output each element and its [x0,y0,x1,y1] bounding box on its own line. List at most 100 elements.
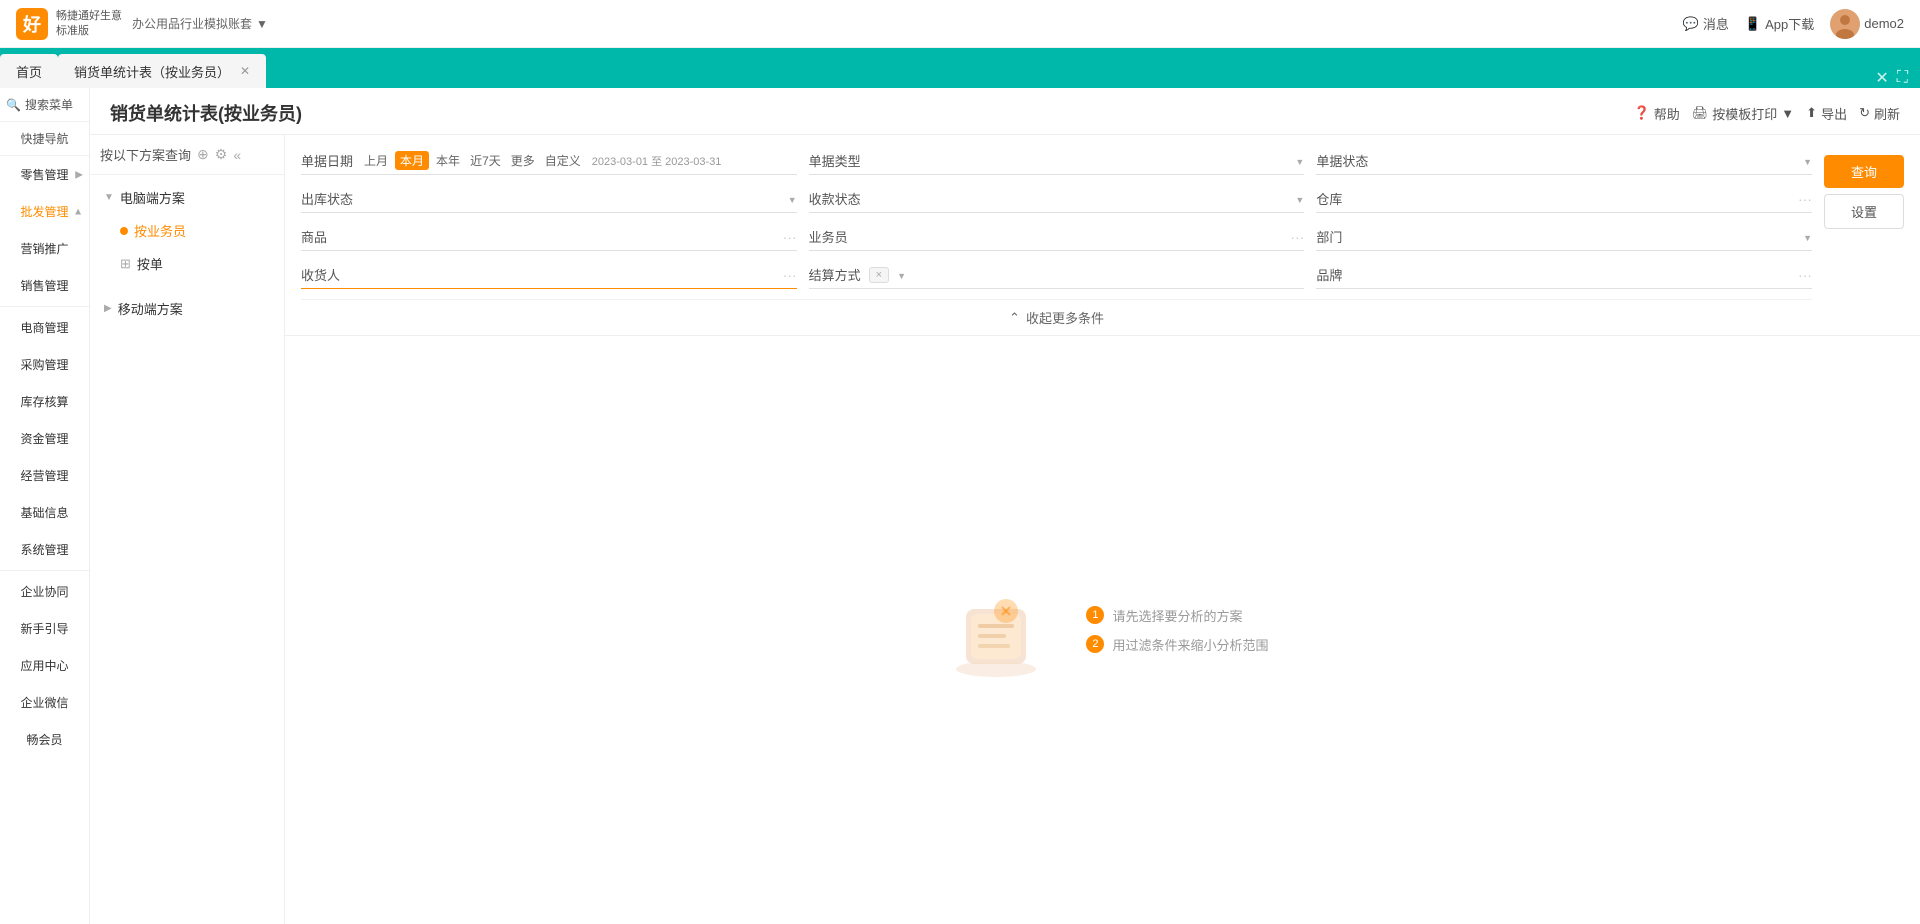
sidebar-item-inventory[interactable]: 库存核算 [0,383,89,420]
department-dropdown-icon[interactable] [1803,230,1812,244]
doc-type-dropdown-icon[interactable] [1295,154,1304,168]
receiver-input[interactable] [348,267,775,282]
query-button[interactable]: 查询 [1824,155,1904,188]
chevron-up-icon: ▲ [73,206,83,217]
doc-status-input[interactable] [1376,153,1795,168]
main-layout: 🔍 搜索菜单 快捷导航 零售管理 ▶ 批发管理 ▲ 营销推广 销售管理 电商管理… [0,88,1920,924]
out-status-label: 出库状态 [301,189,353,208]
goods-input[interactable] [335,229,775,244]
date-shortcut-7days[interactable]: 近7天 [467,151,504,170]
sidebar-item-operations[interactable]: 经营管理 [0,457,89,494]
app-selector[interactable]: 办公用品行业模拟账套 ▼ [132,15,268,32]
department-input[interactable] [1350,229,1795,244]
header-left: 好 畅捷通好生意 标准版 办公用品行业模拟账套 ▼ [16,8,268,40]
sidebar-item-system[interactable]: 系统管理 [0,531,89,568]
out-status-input[interactable] [361,191,780,206]
chevron-down-icon: ▼ [104,192,114,203]
goods-dots[interactable]: ··· [783,229,797,245]
sidebar-item-sales[interactable]: 销售管理 [0,267,89,304]
sidebar-label-ecommerce: 电商管理 [20,319,68,336]
sidebar-item-retail[interactable]: 零售管理 ▶ [0,156,89,193]
settings-scheme-button[interactable]: ⚙ [215,146,228,163]
tab-close-icon[interactable]: ✕ [240,64,250,78]
date-shortcut-this-month[interactable]: 本月 [395,151,429,170]
date-label: 单据日期 [301,151,353,170]
sidebar-label-wechat: 企业微信 [20,694,68,711]
sidebar-item-marketing[interactable]: 营销推广 [0,230,89,267]
top-header: 好 畅捷通好生意 标准版 办公用品行业模拟账套 ▼ 💬 消息 📱 App下载 d… [0,0,1920,48]
date-shortcut-last-month[interactable]: 上月 [361,151,391,170]
chevron-up-icon: ⌃ [1009,310,1020,326]
salesperson-input[interactable] [856,229,1283,244]
sidebar-item-member[interactable]: 畅会员 [0,721,89,758]
sidebar-label-sales: 销售管理 [20,277,68,294]
sidebar-item-wholesale[interactable]: 批发管理 ▲ [0,193,89,230]
sidebar-search[interactable]: 🔍 搜索菜单 [0,88,89,122]
date-shortcut-more[interactable]: 更多 [508,151,538,170]
tab-maximize-icon[interactable]: ⛶ [1897,69,1908,87]
warehouse-dots[interactable]: ··· [1798,191,1812,207]
sidebar-item-purchase[interactable]: 采购管理 [0,346,89,383]
page-title: 销货单统计表(按业务员) [110,100,302,126]
payment-dropdown-icon[interactable] [897,268,906,282]
filter-buttons: 查询 设置 [1824,147,1904,229]
collapse-button[interactable]: ⌃ 收起更多条件 [301,299,1812,335]
panel-scheme-salesperson[interactable]: 按业务员 [90,214,284,247]
filter-doc-type: 单据类型 [809,147,1305,175]
message-button[interactable]: 💬 消息 [1683,14,1729,33]
help-button[interactable]: ❓ 帮助 [1634,104,1680,123]
recv-status-dropdown-icon[interactable] [1295,192,1304,206]
add-scheme-button[interactable]: ⊕ [197,146,209,163]
panel-mobile-schemes[interactable]: ▶ 移动端方案 [90,292,284,325]
panel-scheme-order[interactable]: ⊞ 按单 [90,247,284,280]
sidebar-item-wechat[interactable]: 企业微信 [0,684,89,721]
sidebar-item-app[interactable]: 应用中心 [0,647,89,684]
tab-home[interactable]: 首页 [0,54,58,88]
tab-close-window-icon[interactable]: ✕ [1875,68,1888,88]
sidebar-item-basic[interactable]: 基础信息 [0,494,89,531]
app-download-button[interactable]: 📱 App下载 [1745,14,1814,33]
content-area: 销货单统计表(按业务员) ❓ 帮助 🖨 按模板打印 ▼ ⬆ 导出 ↻ 刷新 [90,88,1920,924]
sidebar-item-finance[interactable]: 资金管理 [0,420,89,457]
settings-button[interactable]: 设置 [1824,194,1904,229]
salesperson-dots[interactable]: ··· [1290,229,1304,245]
sidebar-label-inventory: 库存核算 [20,393,68,410]
collapse-panel-button[interactable]: « [233,147,241,163]
user-avatar[interactable]: demo2 [1830,9,1904,39]
brand-dots[interactable]: ··· [1798,267,1812,283]
tip-number-2: 2 [1086,635,1104,653]
panel-mobile-section: ▶ 移动端方案 [90,286,284,331]
print-button[interactable]: 🖨 按模板打印 ▼ [1692,104,1794,123]
warehouse-input[interactable] [1350,191,1790,206]
brand-input[interactable] [1350,267,1790,282]
recv-status-input[interactable] [869,191,1288,206]
filter-warehouse: 仓库 ··· [1316,185,1812,213]
export-button[interactable]: ⬆ 导出 [1806,104,1847,123]
sidebar-quick-nav[interactable]: 快捷导航 [0,122,89,156]
panel-pc-schemes[interactable]: ▼ 电脑端方案 [90,181,284,214]
payment-tag-clear[interactable]: × [876,269,882,281]
out-status-dropdown-icon[interactable] [788,192,797,206]
message-icon: 💬 [1683,16,1699,32]
tab-sales-stat[interactable]: 销货单统计表（按业务员） ✕ [58,54,266,88]
sidebar-label-app: 应用中心 [20,657,68,674]
help-icon: ❓ [1634,105,1650,121]
sidebar-item-enterprise[interactable]: 企业协同 [0,573,89,610]
filter-payment: 结算方式 × [809,261,1305,289]
filter-department: 部门 [1316,223,1812,251]
sidebar-item-ecommerce[interactable]: 电商管理 [0,309,89,346]
doc-type-input[interactable] [869,153,1288,168]
left-panel: 按以下方案查询 ⊕ ⚙ « ▼ 电脑端方案 按业务员 ⊞ [90,135,285,924]
chevron-right-icon: ▶ [104,303,112,314]
sidebar-item-newbie[interactable]: 新手引导 [0,610,89,647]
filter-row-4: 收货人 ··· 结算方式 × [301,261,1812,289]
doc-status-dropdown-icon[interactable] [1803,154,1812,168]
date-shortcut-custom[interactable]: 自定义 [542,151,584,170]
filter-salesperson: 业务员 ··· [809,223,1305,251]
refresh-button[interactable]: ↻ 刷新 [1859,104,1900,123]
filter-doc-status: 单据状态 [1316,147,1812,175]
date-shortcut-this-year[interactable]: 本年 [433,151,463,170]
receiver-dots[interactable]: ··· [783,267,797,283]
salesperson-label: 业务员 [809,227,848,246]
panel-header-label: 按以下方案查询 [100,145,191,164]
